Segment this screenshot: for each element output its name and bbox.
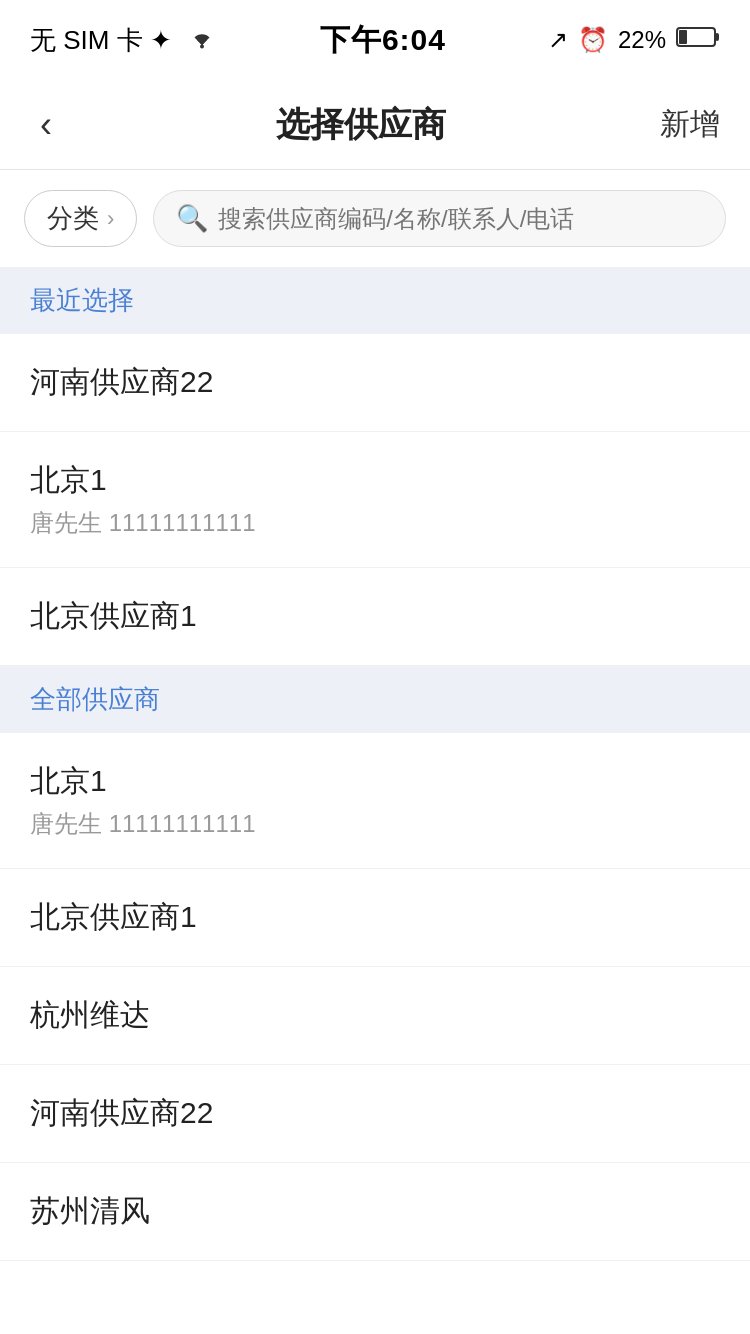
all-section-header: 全部供应商 (0, 666, 750, 733)
item-name: 北京1 (30, 761, 720, 802)
wifi-icon (186, 25, 218, 56)
item-name: 河南供应商22 (30, 362, 720, 403)
list-item[interactable]: 北京1 唐先生 11111111111 (0, 432, 750, 568)
list-item[interactable]: 河南供应商22 (0, 1065, 750, 1163)
battery-label: 22% (618, 26, 666, 54)
add-button[interactable]: 新增 (660, 104, 720, 145)
all-section-label: 全部供应商 (30, 684, 160, 714)
svg-point-0 (200, 44, 204, 48)
back-button[interactable]: ‹ (30, 94, 62, 156)
item-sub: 唐先生 11111111111 (30, 507, 720, 539)
location-icon: ↗ (548, 26, 568, 54)
status-bar: 无 SIM 卡 ✦ 下午6:04 ↗ ⏰ 22% (0, 0, 750, 80)
item-name: 河南供应商22 (30, 1093, 720, 1134)
alarm-icon: ⏰ (578, 26, 608, 54)
svg-rect-3 (715, 33, 719, 41)
status-right: ↗ ⏰ 22% (548, 26, 720, 54)
recent-list: 河南供应商22 北京1 唐先生 11111111111 北京供应商1 (0, 334, 750, 666)
search-box: 🔍 (153, 190, 726, 247)
all-list: 北京1 唐先生 11111111111 北京供应商1 杭州维达 河南供应商22 … (0, 733, 750, 1261)
recent-section-header: 最近选择 (0, 267, 750, 334)
svg-rect-2 (679, 30, 687, 44)
category-button[interactable]: 分类 › (24, 190, 137, 247)
list-item[interactable]: 河南供应商22 (0, 334, 750, 432)
search-input[interactable] (218, 205, 703, 233)
status-time: 下午6:04 (320, 20, 446, 61)
no-sim-label: 无 SIM 卡 ✦ (30, 23, 172, 58)
filter-row: 分类 › 🔍 (0, 170, 750, 267)
recent-section-label: 最近选择 (30, 285, 134, 315)
category-label: 分类 (47, 201, 99, 236)
list-item[interactable]: 北京1 唐先生 11111111111 (0, 733, 750, 869)
battery-icon (676, 26, 720, 54)
page-title: 选择供应商 (276, 102, 446, 148)
item-name: 北京供应商1 (30, 897, 720, 938)
search-icon: 🔍 (176, 203, 208, 234)
list-item[interactable]: 北京供应商1 (0, 869, 750, 967)
list-item[interactable]: 苏州清风 (0, 1163, 750, 1261)
item-name: 北京供应商1 (30, 596, 720, 637)
item-name: 苏州清风 (30, 1191, 720, 1232)
item-name: 杭州维达 (30, 995, 720, 1036)
chevron-right-icon: › (107, 206, 114, 232)
status-left: 无 SIM 卡 ✦ (30, 23, 218, 58)
list-item[interactable]: 北京供应商1 (0, 568, 750, 666)
item-sub: 唐先生 11111111111 (30, 808, 720, 840)
item-name: 北京1 (30, 460, 720, 501)
nav-bar: ‹ 选择供应商 新增 (0, 80, 750, 170)
list-item[interactable]: 杭州维达 (0, 967, 750, 1065)
